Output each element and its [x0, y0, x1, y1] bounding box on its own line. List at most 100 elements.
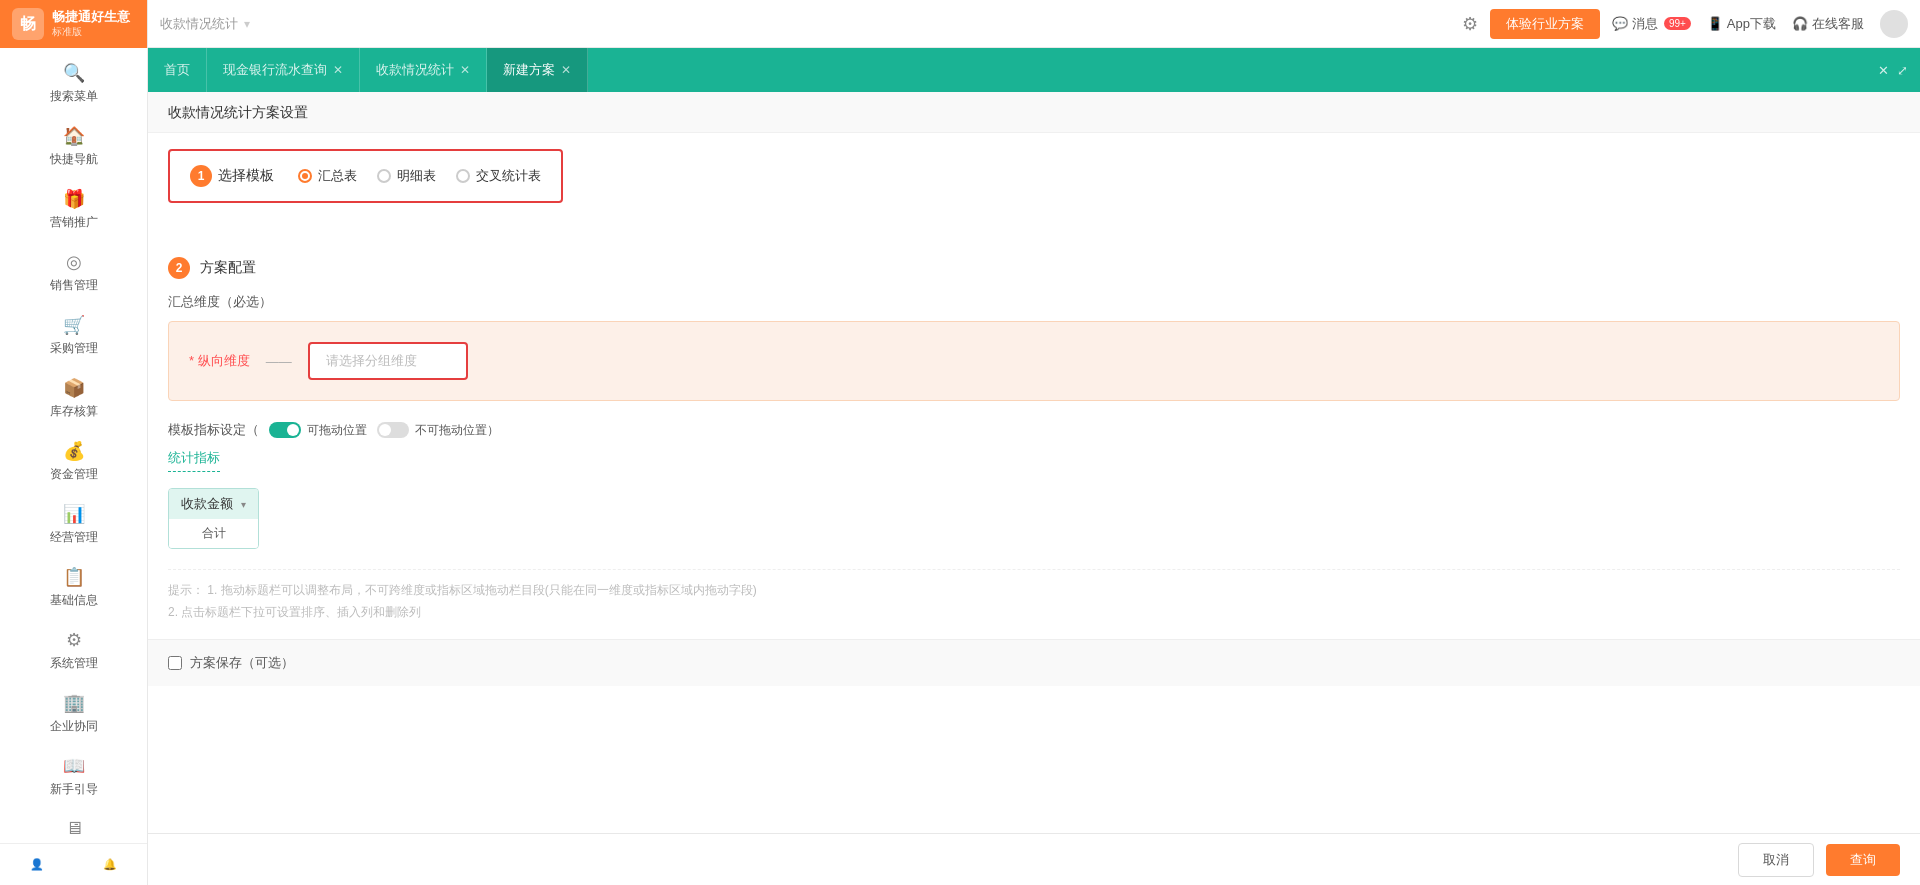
radio-detail-dot — [377, 169, 391, 183]
close-window-icon[interactable]: ✕ — [1878, 63, 1889, 78]
step2-header: 2 方案配置 — [168, 257, 1900, 279]
step2-title: 方案配置 — [200, 259, 256, 277]
metric-card-header[interactable]: 收款金额 ▾ — [169, 489, 258, 519]
save-checkbox[interactable] — [168, 656, 182, 670]
query-button[interactable]: 查询 — [1826, 844, 1900, 876]
hint-text: 提示： 1. 拖动标题栏可以调整布局，不可跨维度或指标区域拖动栏目段(只能在同一… — [168, 569, 1900, 623]
metric-card: 收款金额 ▾ 合计 — [168, 488, 259, 549]
close-icon[interactable]: ✕ — [460, 63, 470, 77]
metric-card-body: 合计 — [169, 519, 258, 548]
sidebar-item-hardware[interactable]: 🖥 智能硬件 — [0, 808, 147, 843]
service-icon: 🎧 — [1792, 16, 1808, 31]
radio-summary[interactable]: 汇总表 — [298, 167, 357, 185]
logo-icon: 畅 — [12, 8, 44, 40]
sidebar: 畅 畅捷通好生意 标准版 🔍 搜索菜单 🏠 快捷导航 🎁 营销推广 ◎ 销售管理… — [0, 0, 148, 885]
stat-indicator-label: 统计指标 — [168, 449, 220, 472]
chart-icon: 📊 — [63, 503, 85, 525]
box-icon: 📦 — [63, 377, 85, 399]
radio-cross[interactable]: 交叉统计表 — [456, 167, 541, 185]
step1-section: 1 选择模板 汇总表 明细表 — [148, 133, 1920, 233]
maximize-icon[interactable]: ⤢ — [1897, 63, 1908, 78]
window-controls: ✕ ⤢ — [1866, 48, 1920, 92]
indicator-settings: 模板指标设定（ 可拖动位置 不可拖动位置） — [168, 421, 1900, 623]
sidebar-bottom: 👤 🔔 — [0, 843, 147, 885]
money-icon: 💰 — [63, 440, 85, 462]
logo-text: 畅捷通好生意 标准版 — [52, 9, 130, 39]
sidebar-item-inventory[interactable]: 📦 库存核算 — [0, 367, 147, 430]
user-icon: 👤 — [30, 858, 44, 871]
row-dimension-label: * 纵向维度 — [189, 352, 250, 370]
step1-header: 1 选择模板 汇总表 明细表 — [168, 149, 1900, 203]
gear-settings-icon[interactable]: ⚙ — [1462, 13, 1478, 35]
save-label: 方案保存（可选） — [190, 654, 294, 672]
save-section: 方案保存（可选） — [148, 639, 1920, 686]
message-action[interactable]: 💬 消息 99+ — [1612, 15, 1691, 33]
tab-home[interactable]: 首页 — [148, 48, 207, 92]
sales-icon: ◎ — [66, 251, 82, 273]
gift-icon: 🎁 — [63, 188, 85, 210]
toggle-nondraggable-box — [377, 422, 409, 438]
book-icon: 📖 — [63, 755, 85, 777]
sidebar-item-search[interactable]: 🔍 搜索菜单 — [0, 52, 147, 115]
sidebar-item-marketing[interactable]: 🎁 营销推广 — [0, 178, 147, 241]
dimension-arrow: —— — [266, 354, 292, 369]
app-icon: 📱 — [1707, 16, 1723, 31]
breadcrumb-arrow: ▾ — [244, 17, 250, 31]
step2-section: 2 方案配置 汇总维度（必选） * 纵向维度 —— 请选择分组维度 模板指标设定… — [148, 241, 1920, 639]
search-icon: 🔍 — [63, 62, 85, 84]
sidebar-logo: 畅 畅捷通好生意 标准版 — [0, 0, 147, 48]
sidebar-item-capital[interactable]: 💰 资金管理 — [0, 430, 147, 493]
toggle-draggable-box — [269, 422, 301, 438]
step1-title: 选择模板 — [218, 167, 274, 185]
radio-detail[interactable]: 明细表 — [377, 167, 436, 185]
header-actions: 💬 消息 99+ 📱 App下载 🎧 在线客服 — [1612, 10, 1908, 38]
content-inner: 收款情况统计方案设置 1 选择模板 汇总表 — [148, 92, 1920, 833]
close-icon[interactable]: ✕ — [561, 63, 571, 77]
sidebar-item-guide[interactable]: 📖 新手引导 — [0, 745, 147, 808]
sidebar-item-operations[interactable]: 📊 经营管理 — [0, 493, 147, 556]
radio-cross-dot — [456, 169, 470, 183]
dimension-grid: * 纵向维度 —— 请选择分组维度 — [168, 321, 1900, 401]
app-download-action[interactable]: 📱 App下载 — [1707, 15, 1776, 33]
footer: 取消 查询 — [148, 833, 1920, 885]
close-icon[interactable]: ✕ — [333, 63, 343, 77]
dimension-select[interactable]: 请选择分组维度 — [308, 342, 468, 380]
cancel-button[interactable]: 取消 — [1738, 843, 1814, 877]
sidebar-item-system[interactable]: ⚙ 系统管理 — [0, 619, 147, 682]
sidebar-bottom-notify[interactable]: 🔔 — [74, 852, 148, 877]
toggle-knob2 — [379, 424, 391, 436]
radio-summary-dot — [298, 169, 312, 183]
bell-icon: 🔔 — [103, 858, 117, 871]
sidebar-item-quicknav[interactable]: 🏠 快捷导航 — [0, 115, 147, 178]
template-selection-box: 1 选择模板 汇总表 明细表 — [168, 149, 563, 203]
toggle-knob — [287, 424, 299, 436]
tab-newplan[interactable]: 新建方案 ✕ — [487, 48, 588, 92]
sidebar-bottom-user[interactable]: 👤 — [0, 852, 74, 877]
sidebar-item-purchase[interactable]: 🛒 采购管理 — [0, 304, 147, 367]
industry-button[interactable]: 体验行业方案 — [1490, 9, 1600, 39]
step1-badge: 1 — [190, 165, 212, 187]
avatar — [1880, 10, 1908, 38]
online-service-action[interactable]: 🎧 在线客服 — [1792, 15, 1864, 33]
tab-receipts[interactable]: 收款情况统计 ✕ — [360, 48, 487, 92]
toggle-nondraggable[interactable]: 不可拖动位置） — [377, 422, 499, 439]
step2-badge: 2 — [168, 257, 190, 279]
sidebar-item-basic[interactable]: 📋 基础信息 — [0, 556, 147, 619]
message-icon: 💬 — [1612, 16, 1628, 31]
sidebar-item-enterprise[interactable]: 🏢 企业协同 — [0, 682, 147, 745]
main-area: 收款情况统计 ▾ ⚙ 体验行业方案 💬 消息 99+ 📱 App下载 🎧 在线客… — [148, 0, 1920, 885]
tab-cashflow[interactable]: 现金银行流水查询 ✕ — [207, 48, 360, 92]
breadcrumb: 收款情况统计 ▾ — [160, 15, 1450, 33]
gear-icon: ⚙ — [66, 629, 82, 651]
toggle-draggable[interactable]: 可拖动位置 — [269, 422, 367, 439]
monitor-icon: 🖥 — [65, 818, 83, 839]
indicator-settings-label: 模板指标设定（ — [168, 421, 259, 439]
top-header: 收款情况统计 ▾ ⚙ 体验行业方案 💬 消息 99+ 📱 App下载 🎧 在线客… — [148, 0, 1920, 48]
list-icon: 📋 — [63, 566, 85, 588]
dimension-title: 汇总维度（必选） — [168, 293, 1900, 311]
template-radio-group: 汇总表 明细表 交叉统计表 — [298, 167, 541, 185]
sidebar-nav: 🔍 搜索菜单 🏠 快捷导航 🎁 营销推广 ◎ 销售管理 🛒 采购管理 📦 库存核… — [0, 48, 147, 843]
chevron-down-icon: ▾ — [241, 499, 246, 510]
page-title: 收款情况统计方案设置 — [148, 92, 1920, 133]
sidebar-item-sales[interactable]: ◎ 销售管理 — [0, 241, 147, 304]
